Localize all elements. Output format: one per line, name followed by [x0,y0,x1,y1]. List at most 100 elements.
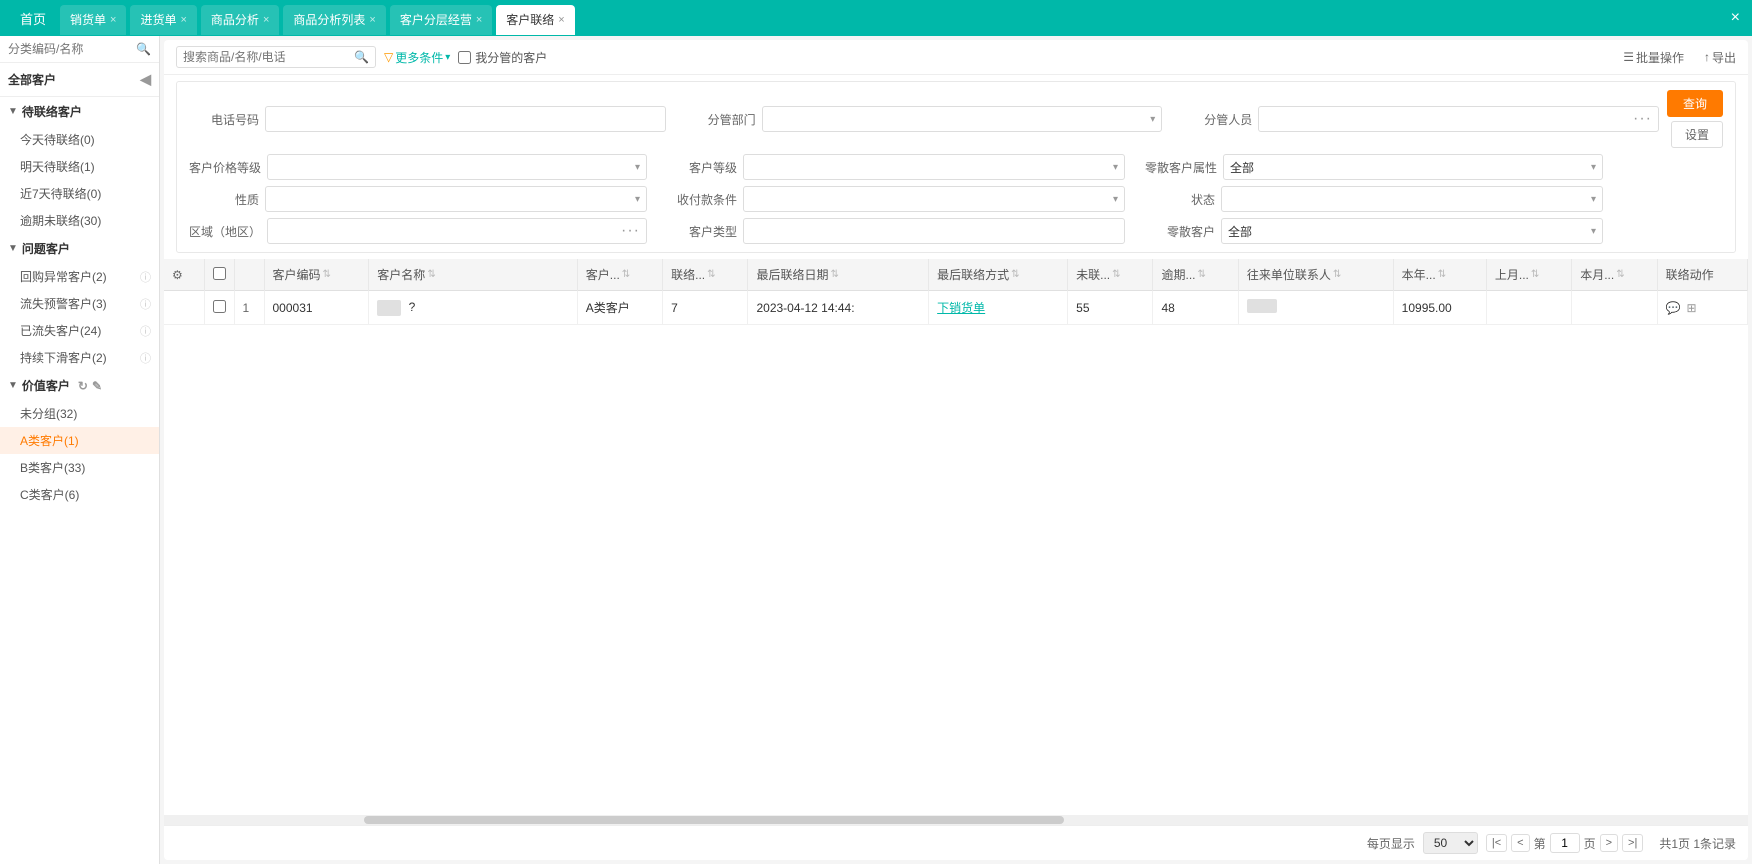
price-grade-arrow: ▾ [635,162,640,173]
sidebar-item-declining[interactable]: 持续下滑客户(2) ⓘ [0,344,159,371]
nav-tab-close-1[interactable]: × [180,14,186,26]
value-group-refresh-icon[interactable]: ↻ [78,379,88,393]
th-last-month[interactable]: 上月... ⇅ [1486,259,1571,291]
nav-tab-close-5[interactable]: × [558,14,564,26]
export-button[interactable]: ↑ 导出 [1704,49,1736,66]
filter-more-conditions[interactable]: ▽ 更多条件 ▾ [384,49,450,66]
row-checkbox[interactable] [213,300,226,313]
select-region[interactable]: ··· [267,218,647,244]
page-input[interactable] [1550,833,1580,853]
nav-tab-label-2: 商品分析 [211,11,259,28]
sidebar-item-class-b[interactable]: B类客户(33) [0,454,159,481]
last-page-button[interactable]: >| [1622,834,1643,852]
th-code[interactable]: 客户编码 ⇅ [264,259,369,291]
batch-operation-button[interactable]: ☰ 批量操作 [1623,49,1684,66]
th-name[interactable]: 客户名称 ⇅ [369,259,577,291]
filter-my-customers[interactable]: 我分管的客户 [458,49,547,66]
next-page-button[interactable]: > [1600,834,1618,852]
th-last-method[interactable]: 最后联络方式 ⇅ [929,259,1068,291]
select-customer-grade[interactable]: ▾ [743,154,1125,180]
th-last-contact-date[interactable]: 最后联络日期 ⇅ [748,259,929,291]
chat-icon[interactable]: 💬 [1666,301,1681,315]
th-company-contacts[interactable]: 往来单位联系人 ⇅ [1238,259,1393,291]
sidebar-item-churned[interactable]: 已流失客户(24) ⓘ [0,317,159,344]
nav-tab-close-2[interactable]: × [263,14,269,26]
nav-tab-5[interactable]: 客户联络 × [496,5,574,35]
prev-page-button[interactable]: < [1511,834,1529,852]
nav-tab-close-3[interactable]: × [369,14,375,26]
sidebar-item-today-contact[interactable]: 今天待联络(0) [0,126,159,153]
sidebar-item-overdue-contact[interactable]: 逾期未联络(30) [0,207,159,234]
batch-icon: ☰ [1623,50,1634,64]
th-settings[interactable]: ⚙ [164,259,204,291]
first-page-button[interactable]: |< [1486,834,1507,852]
nav-tab-close-4[interactable]: × [476,14,482,26]
sidebar-item-7days-contact[interactable]: 近7天待联络(0) [0,180,159,207]
select-status[interactable]: ▾ [1221,186,1603,212]
horizontal-scrollbar-thumb[interactable] [364,816,1064,824]
sidebar-item-churn-warning[interactable]: 流失预警客户(3) ⓘ [0,290,159,317]
th-last-date-label: 最后联络日期 [756,266,828,283]
select-sparse-customer[interactable]: 全部 ▾ [1221,218,1603,244]
my-customers-checkbox[interactable] [458,51,471,64]
nav-tab-2[interactable]: 商品分析 × [201,5,279,35]
last-method-link[interactable]: 下销货单 [937,301,985,315]
page-size-select[interactable]: 50 100 200 [1423,832,1478,854]
td-row-last-method[interactable]: 下销货单 [929,291,1068,325]
sidebar-item-class-a[interactable]: A类客户(1) [0,427,159,454]
window-close-button[interactable]: × [1727,5,1744,31]
sort-icon-this-year: ⇅ [1438,269,1446,280]
adv-row-4: 区域（地区） ··· 客户类型 零散客户 全部 ▾ [189,218,1723,244]
label-person: 分管人员 [1182,111,1252,128]
select-customer-type[interactable] [743,218,1125,244]
th-overdue[interactable]: 逾期... ⇅ [1153,259,1238,291]
collapse-icon[interactable]: ◀ [140,71,151,88]
td-row-settings [164,291,204,325]
select-phone[interactable] [265,106,666,132]
query-button[interactable]: 查询 [1667,90,1723,117]
th-contact-count[interactable]: 联络... ⇅ [663,259,748,291]
sidebar-item-tomorrow-contact[interactable]: 明天待联络(1) [0,153,159,180]
qrcode-icon[interactable]: ⊞ [1687,301,1697,315]
th-this-month[interactable]: 本月... ⇅ [1572,259,1657,291]
nav-home[interactable]: 首页 [8,0,58,36]
settings-button[interactable]: 设置 [1671,121,1723,148]
region-dots-icon[interactable]: ··· [621,222,640,240]
nav-tab-0[interactable]: 销货单 × [60,5,126,35]
select-price-grade[interactable]: ▾ [267,154,647,180]
select-nature[interactable]: ▾ [265,186,647,212]
nav-tab-4[interactable]: 客户分层经营 × [390,5,492,35]
nav-tab-1[interactable]: 进货单 × [130,5,196,35]
th-not-contacted[interactable]: 未联... ⇅ [1068,259,1153,291]
select-payment[interactable]: ▾ [743,186,1125,212]
horizontal-scrollbar[interactable] [164,815,1748,825]
nav-tab-close-0[interactable]: × [110,14,116,26]
select-all-checkbox[interactable] [213,267,226,280]
table-gear-icon[interactable]: ⚙ [172,268,183,282]
sidebar-item-class-c[interactable]: C类客户(6) [0,481,159,508]
sidebar-item-repurchase-abnormal[interactable]: 回购异常客户(2) ⓘ [0,263,159,290]
sidebar-item-churn-warning-label: 流失预警客户(3) [20,295,140,312]
sidebar-group-value-customers[interactable]: ▼ 价值客户 ↻ ✎ [0,371,159,400]
bottom-bar: 每页显示 50 100 200 |< < 第 页 > >| 共1页 1条记录 [164,825,1748,860]
filter-search-box[interactable]: 🔍 [176,46,376,68]
sidebar-item-class-b-label: B类客户(33) [20,459,151,476]
value-group-edit-icon[interactable]: ✎ [92,379,102,393]
filter-search-input[interactable] [183,50,350,64]
td-row-checkbox [204,291,234,325]
adv-cell-nature: 性质 ▾ [189,186,647,212]
th-type[interactable]: 客户... ⇅ [577,259,662,291]
nav-tab-3[interactable]: 商品分析列表 × [283,5,385,35]
select-dept[interactable]: ▾ [762,106,1163,132]
select-person[interactable]: ··· [1258,106,1659,132]
sidebar-search-input[interactable] [8,42,132,56]
sidebar-group-problem-customers[interactable]: ▼ 问题客户 [0,234,159,263]
th-this-year[interactable]: 本年... ⇅ [1393,259,1486,291]
person-dots-icon[interactable]: ··· [1633,110,1652,128]
th-last-method-label: 最后联络方式 [937,266,1009,283]
sidebar-item-overdue-label: 逾期未联络(30) [20,212,151,229]
sparse-customer-value: 全部 [1228,223,1252,240]
sidebar-item-ungrouped[interactable]: 未分组(32) [0,400,159,427]
select-sparse-attr[interactable]: 全部 ▾ [1223,154,1603,180]
sidebar-group-pending-contact[interactable]: ▼ 待联络客户 [0,97,159,126]
